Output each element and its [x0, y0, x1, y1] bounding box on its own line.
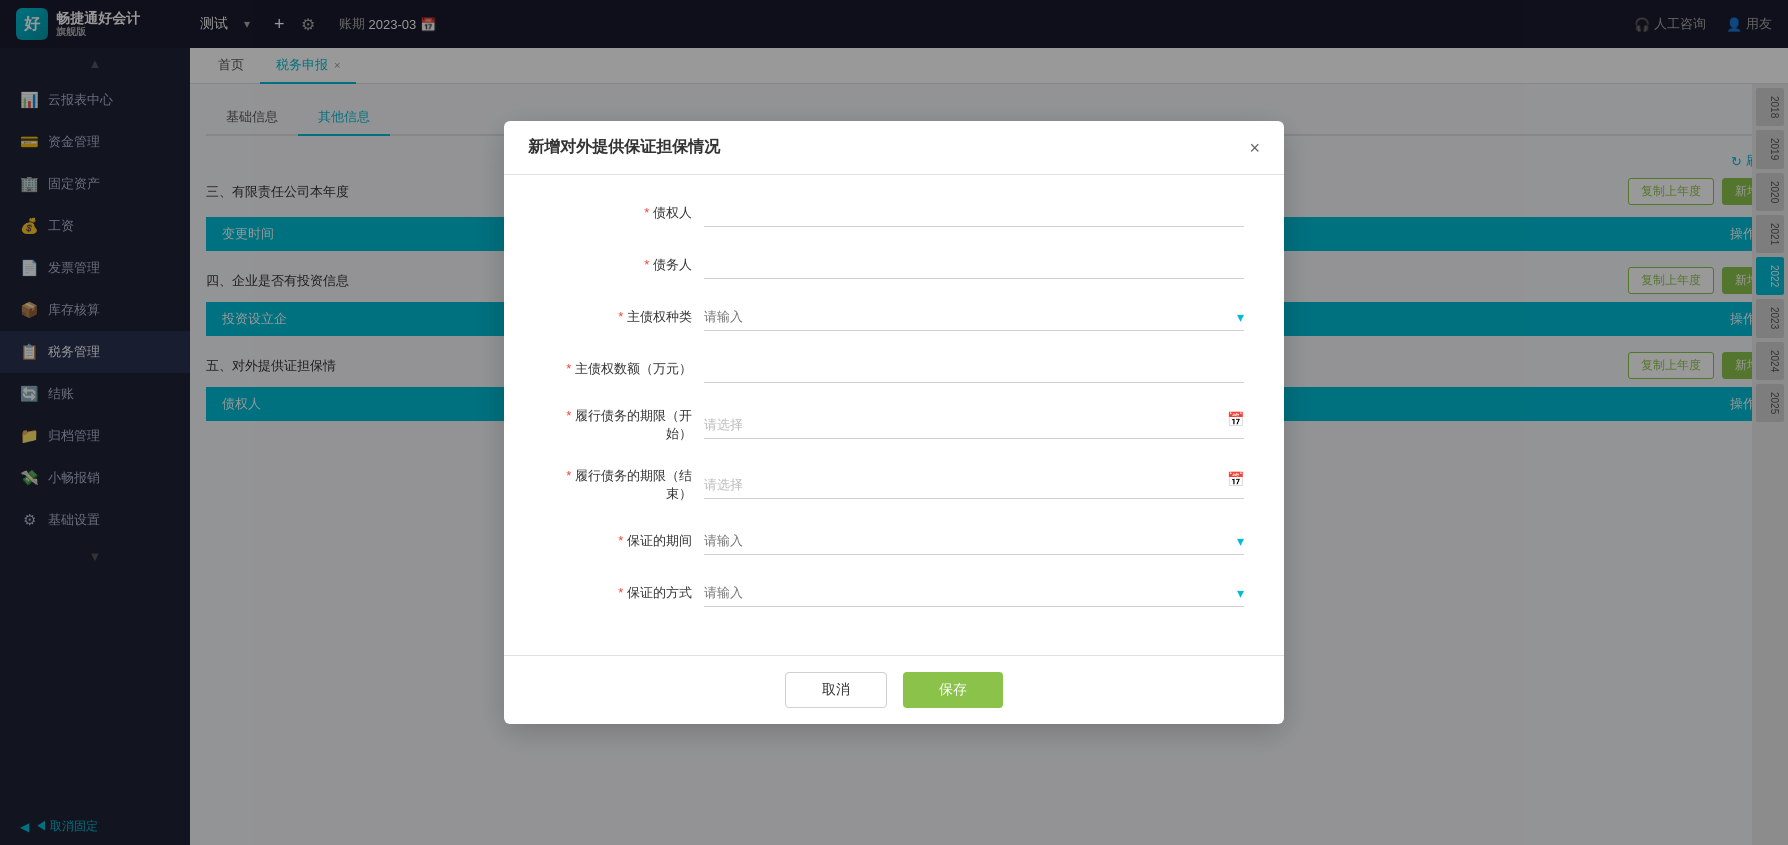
input-wrap-period-start: 📅	[704, 411, 1244, 439]
input-wrap-creditor	[704, 199, 1244, 227]
save-button[interactable]: 保存	[903, 672, 1003, 708]
field-creditor: * 债权人	[544, 199, 1244, 227]
label-guarantee-period: * 保证的期间	[544, 532, 704, 550]
chevron-down-debt-type-icon[interactable]: ▾	[1237, 309, 1244, 325]
field-debt-amount: * 主债权数额（万元）	[544, 355, 1244, 383]
field-debt-type: * 主债权种类 ▾	[544, 303, 1244, 331]
field-period-start: * 履行债务的期限（开始） 📅	[544, 407, 1244, 443]
label-period-end: * 履行债务的期限（结束）	[544, 467, 704, 503]
select-guarantee-method[interactable]	[704, 579, 1237, 606]
field-period-end: * 履行债务的期限（结束） 📅	[544, 467, 1244, 503]
calendar-end-icon[interactable]: 📅	[1227, 471, 1244, 487]
modal-close-button[interactable]: ×	[1249, 139, 1260, 157]
chevron-down-guarantee-period-icon[interactable]: ▾	[1237, 533, 1244, 549]
modal-overlay: 新增对外提供保证担保情况 × * 债权人 * 债务人	[0, 0, 1788, 845]
input-period-end[interactable]	[704, 471, 1244, 499]
input-wrap-period-end: 📅	[704, 471, 1244, 499]
input-wrap-debt-amount	[704, 355, 1244, 383]
chevron-down-guarantee-method-icon[interactable]: ▾	[1237, 585, 1244, 601]
field-guarantee-period: * 保证的期间 ▾	[544, 527, 1244, 555]
field-guarantee-method: * 保证的方式 ▾	[544, 579, 1244, 607]
field-debtor: * 债务人	[544, 251, 1244, 279]
modal-title: 新增对外提供保证担保情况	[528, 137, 720, 158]
label-period-start: * 履行债务的期限（开始）	[544, 407, 704, 443]
input-creditor[interactable]	[704, 199, 1244, 227]
label-debt-amount: * 主债权数额（万元）	[544, 360, 704, 378]
modal-body: * 债权人 * 债务人 *	[504, 175, 1284, 655]
label-creditor: * 债权人	[544, 204, 704, 222]
label-debtor: * 债务人	[544, 256, 704, 274]
modal-dialog: 新增对外提供保证担保情况 × * 债权人 * 债务人	[504, 121, 1284, 724]
modal-footer: 取消 保存	[504, 655, 1284, 724]
select-wrap-guarantee-method: ▾	[704, 579, 1244, 607]
select-wrap-debt-type: ▾	[704, 303, 1244, 331]
input-period-start[interactable]	[704, 411, 1244, 439]
input-debt-amount[interactable]	[704, 355, 1244, 383]
label-guarantee-method: * 保证的方式	[544, 584, 704, 602]
input-debtor[interactable]	[704, 251, 1244, 279]
select-wrap-guarantee-period: ▾	[704, 527, 1244, 555]
label-debt-type: * 主债权种类	[544, 308, 704, 326]
select-debt-type[interactable]	[704, 303, 1237, 330]
input-wrap-debtor	[704, 251, 1244, 279]
modal-header: 新增对外提供保证担保情况 ×	[504, 121, 1284, 175]
select-guarantee-period[interactable]	[704, 527, 1237, 554]
calendar-start-icon[interactable]: 📅	[1227, 411, 1244, 427]
cancel-button[interactable]: 取消	[785, 672, 887, 708]
